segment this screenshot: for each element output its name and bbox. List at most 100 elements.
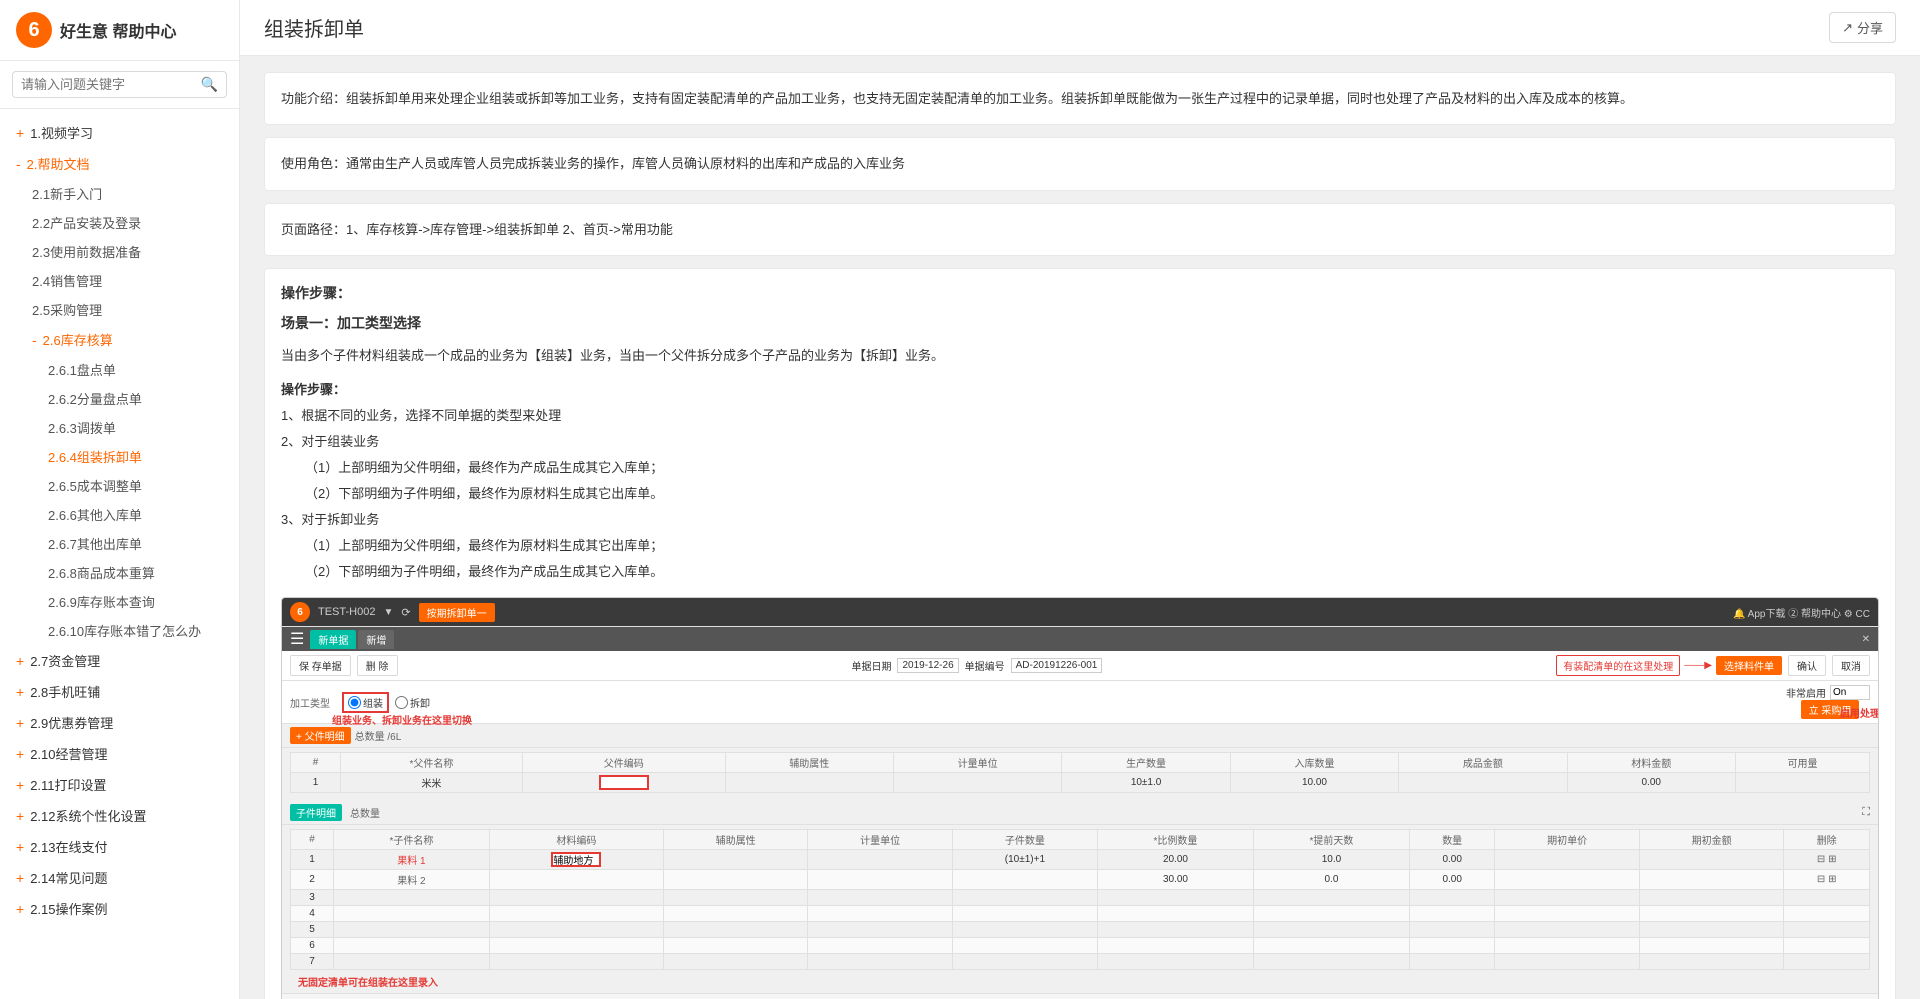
- sidebar-item-docs[interactable]: - 2.帮助文档: [0, 148, 239, 179]
- path-text: 页面路径：1、库存核算->库存管理->组装拆卸单 2、首页->常用功能: [281, 222, 673, 237]
- search-input[interactable]: [21, 77, 201, 92]
- sidebar-item-faq[interactable]: + 2.14常见问题: [0, 862, 239, 893]
- sidebar-item-finance[interactable]: + 2.7资金管理: [0, 645, 239, 676]
- mock-lower-td-initprice-1: [1495, 850, 1639, 870]
- mock-form-date-value: 2019-12-26: [897, 658, 958, 673]
- mock-upper-table-header: # *父件名称 父件编码 辅助属性 计量单位 生产数量 入库数量 成品金额 材料…: [291, 753, 1870, 773]
- search-wrapper: 🔍: [12, 71, 227, 98]
- expand-icon: +: [16, 746, 24, 762]
- mock-tabs: ☰ 新单据 新增 ✕: [282, 627, 1878, 651]
- mock-upper-td-name: 米米: [341, 773, 523, 793]
- sidebar-item-otherout[interactable]: 2.6.7其他出库单: [0, 529, 239, 558]
- mock-lower-td-code-1: [489, 850, 663, 870]
- table-row: 5: [291, 922, 1870, 938]
- mock-upper-count: 总数量 /6L: [355, 728, 402, 743]
- mock-logo: 6: [290, 602, 310, 622]
- sidebar-item-video[interactable]: + 1.视频学习: [0, 117, 239, 148]
- mock-lower-table: # *子件名称 材料编码 辅助属性 计量单位 子件数量 *比例数量 *提前天数 …: [290, 829, 1870, 970]
- top-bar: 组装拆卸单 ↗ 分享: [240, 0, 1920, 56]
- mock-lower-expand-icon[interactable]: ⛶: [1862, 806, 1870, 819]
- share-button[interactable]: ↗ 分享: [1829, 12, 1896, 43]
- mock-del-icon-2[interactable]: ⊟ ⊞: [1817, 874, 1837, 885]
- mock-annotation-3-container: 启用处理: [1840, 705, 1879, 720]
- sidebar-item-newcomer[interactable]: 2.1新手入门: [0, 179, 239, 208]
- mock-annotation-4-text: 无固定清单可在组装在这里录入: [290, 974, 1870, 989]
- step3: 3、对于拆卸业务: [281, 507, 1879, 533]
- mock-upper-table-body: 1 米米 10±1.0 10.00: [291, 773, 1870, 793]
- mock-lower-name-link-2[interactable]: 果料 2: [397, 876, 425, 887]
- table-row: 4: [291, 906, 1870, 922]
- sidebar-item-system[interactable]: + 2.12系统个性化设置: [0, 800, 239, 831]
- mock-upper-input-code[interactable]: [599, 775, 649, 790]
- mock-upper-td-mat-amt: 0.00: [1567, 773, 1735, 793]
- mock-btn-save[interactable]: 保 存单据: [290, 655, 351, 676]
- mock-nav-btn: 按期拆卸单一: [419, 603, 495, 622]
- sidebar-item-coupon[interactable]: + 2.9优惠券管理: [0, 707, 239, 738]
- intro-text: 功能介绍：组装拆卸单用来处理企业组装或拆卸等加工业务，支持有固定装配清单的产品加…: [281, 91, 1633, 106]
- sidebar-item-print[interactable]: + 2.11打印设置: [0, 769, 239, 800]
- step2-1: （1）上部明细为父件明细，最终作为产成品生成其它入库单；: [281, 455, 1879, 481]
- mock-annotation-3-area: 非常启用 启用处理 立 采购用: [1786, 685, 1870, 719]
- sidebar-item-goodscost[interactable]: 2.6.8商品成本重算: [0, 558, 239, 587]
- mock-annotation-1-area: 有装配清单的在这里处理 ——▶ 选择料件单: [1556, 655, 1782, 676]
- mock-upper-table: # *父件名称 父件编码 辅助属性 计量单位 生产数量 入库数量 成品金额 材料…: [290, 752, 1870, 793]
- intro-box: 功能介绍：组装拆卸单用来处理企业组装或拆卸等加工业务，支持有固定装配清单的产品加…: [264, 72, 1896, 125]
- nav-label: 2.11打印设置: [30, 775, 106, 794]
- nav-label: 1.视频学习: [30, 123, 93, 142]
- search-icon[interactable]: 🔍: [201, 76, 218, 93]
- sidebar-item-mobile[interactable]: + 2.8手机旺铺: [0, 676, 239, 707]
- sidebar-item-inventory[interactable]: - 2.6库存核算: [0, 324, 239, 355]
- path-box: 页面路径：1、库存核算->库存管理->组装拆卸单 2、首页->常用功能: [264, 203, 1896, 256]
- mock-btn-delete[interactable]: 删 除: [357, 655, 398, 676]
- sidebar-item-purchase[interactable]: 2.5采购管理: [0, 295, 239, 324]
- search-area: 🔍: [0, 61, 239, 109]
- sidebar-item-cost[interactable]: 2.6.5成本调整单: [0, 471, 239, 500]
- mock-btn-select-material[interactable]: 选择料件单: [1716, 656, 1782, 675]
- mock-btn-confirm[interactable]: 确认: [1788, 655, 1826, 676]
- mock-lower-th-name: *子件名称: [333, 830, 489, 850]
- mock-radio-assemble[interactable]: [348, 696, 361, 709]
- mock-lower-input-code-1[interactable]: [551, 852, 601, 867]
- mock-type-row: 加工类型 组装 拆卸: [282, 681, 1878, 724]
- mock-lower-td-index-1: 1: [291, 850, 334, 870]
- mock-type-label: 加工类型: [290, 695, 330, 710]
- mock-btn-cancel[interactable]: 取消: [1832, 655, 1870, 676]
- sidebar-item-cases[interactable]: + 2.15操作案例: [0, 893, 239, 924]
- sidebar-item-stocktake[interactable]: 2.6.1盘点单: [0, 355, 239, 384]
- mock-type-disassemble[interactable]: 拆卸: [391, 694, 434, 711]
- mock-form-num-label: 单据编号: [965, 658, 1005, 673]
- content-area: 功能介绍：组装拆卸单用来处理企业组装或拆卸等加工业务，支持有固定装配清单的产品加…: [240, 56, 1920, 999]
- sidebar-item-otherin[interactable]: 2.6.6其他入库单: [0, 500, 239, 529]
- sidebar-item-dataprep[interactable]: 2.3使用前数据准备: [0, 237, 239, 266]
- mock-upper-th-mat-amt: 材料金额: [1567, 753, 1735, 773]
- mock-header: 6 TEST-H002 ▼ ⟳ 按期拆卸单一 🔔 App下载 ② 帮助中心 ⚙ …: [282, 598, 1878, 627]
- sidebar-item-transfer[interactable]: 2.6.3调拨单: [0, 413, 239, 442]
- mock-radio-disassemble[interactable]: [395, 696, 408, 709]
- sidebar-item-install[interactable]: 2.2产品安装及登录: [0, 208, 239, 237]
- page-title: 组装拆卸单: [264, 13, 364, 42]
- sidebar-item-sales[interactable]: 2.4销售管理: [0, 266, 239, 295]
- mock-upper-th-code: 父件编码: [522, 753, 725, 773]
- mock-lower-toggle[interactable]: 子件明细: [290, 804, 342, 821]
- sidebar-item-partial[interactable]: 2.6.2分量盘点单: [0, 384, 239, 413]
- sidebar-item-stockerr[interactable]: 2.6.10库存账本错了怎么办: [0, 616, 239, 645]
- sidebar-item-assembly[interactable]: 2.6.4组装拆卸单: [0, 442, 239, 471]
- mock-type-assemble[interactable]: 组装: [342, 692, 389, 713]
- expand-icon: +: [16, 777, 24, 793]
- sidebar-item-stockcheck[interactable]: 2.6.9库存账本查询: [0, 587, 239, 616]
- mock-lower-td-initamt-1: [1639, 850, 1783, 870]
- step1: 1、根据不同的业务，选择不同单据的类型来处理: [281, 403, 1879, 429]
- mock-del-icon-1[interactable]: ⊟ ⊞: [1817, 854, 1837, 865]
- mock-tab-add: 新增: [358, 630, 394, 649]
- sidebar-item-payment[interactable]: + 2.13在线支付: [0, 831, 239, 862]
- mock-enabled-input[interactable]: [1830, 685, 1870, 700]
- table-row: 2 果料 2 30.00 0.0 0.00: [291, 870, 1870, 890]
- mock-lower-name-link-1[interactable]: 果料 1: [397, 856, 425, 867]
- collapse-icon: -: [16, 156, 21, 172]
- nav-label: 2.8手机旺铺: [30, 682, 100, 701]
- share-icon: ↗: [1842, 20, 1853, 36]
- sidebar-item-operation[interactable]: + 2.10经营管理: [0, 738, 239, 769]
- mock-upper-toggle[interactable]: + 父件明细: [290, 727, 351, 744]
- mock-tab-new: 新单据: [310, 630, 356, 649]
- table-row: 3: [291, 890, 1870, 906]
